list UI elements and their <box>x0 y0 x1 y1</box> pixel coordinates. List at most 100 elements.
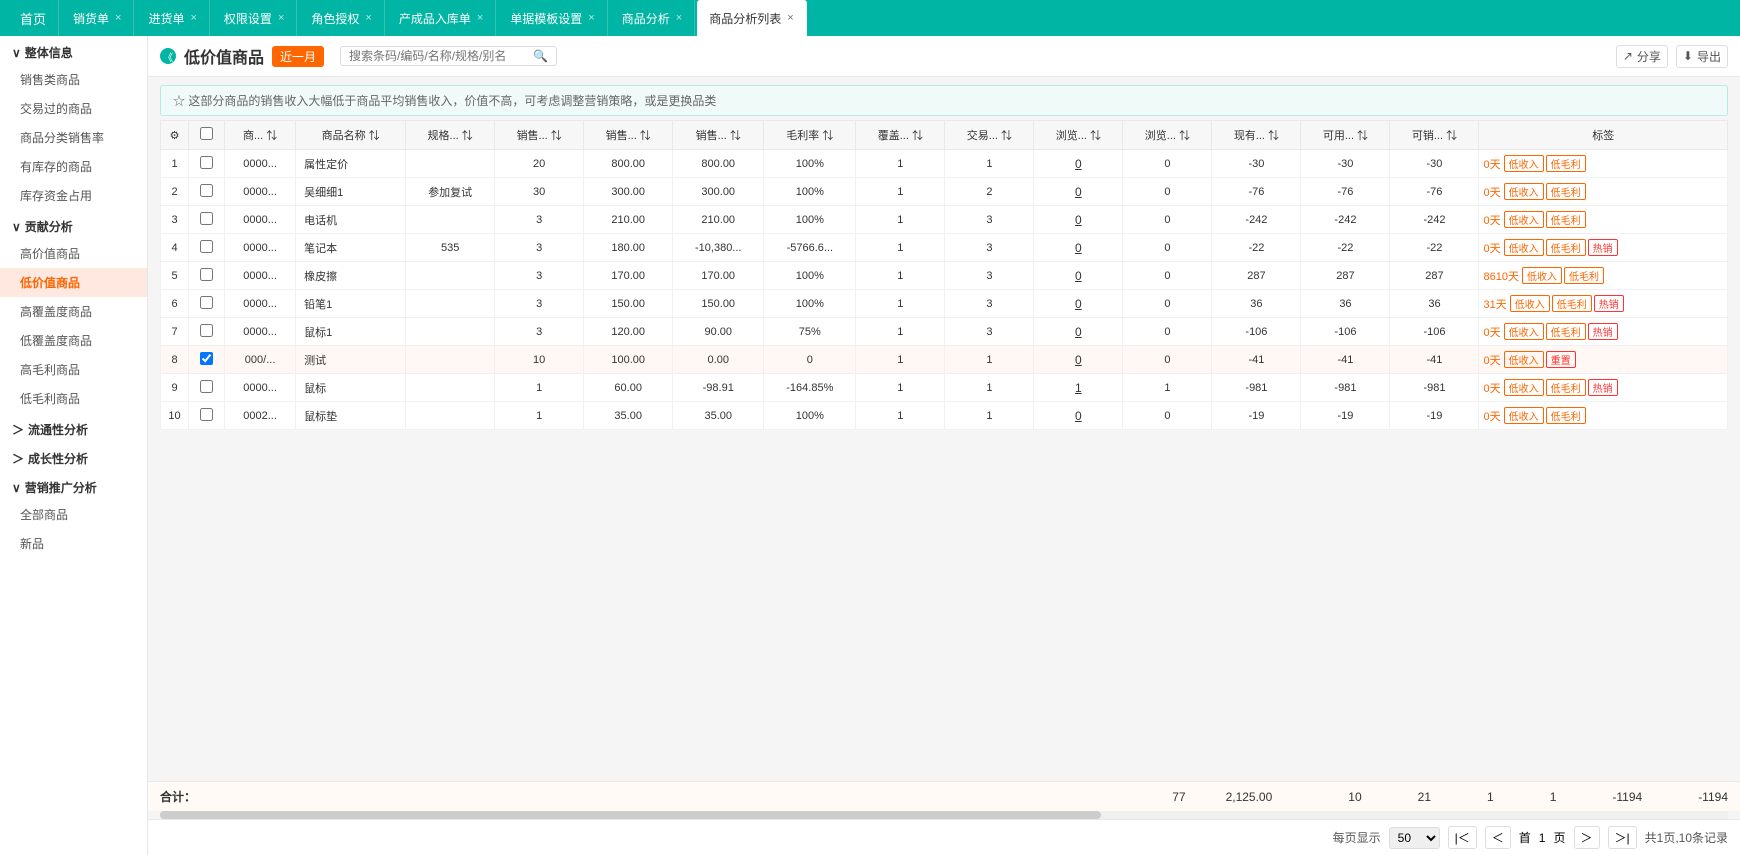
row-checkbox-cell[interactable] <box>189 346 225 374</box>
sidebar-group-growth[interactable]: ＞ 成长性分析 <box>0 442 147 471</box>
sidebar-group-overall[interactable]: ∨ 整体信息 <box>0 36 147 65</box>
col-sales2[interactable]: 销售... ⇅ <box>584 121 673 150</box>
nav-tab-product-analysis[interactable]: 商品分析 × <box>610 0 695 36</box>
settings-icon-col[interactable]: ⚙ <box>161 121 189 150</box>
col-name[interactable]: 商品名称 ⇅ <box>296 121 406 150</box>
row-browse1[interactable]: 0 <box>1034 234 1123 262</box>
col-browse1[interactable]: 浏览... ⇅ <box>1034 121 1123 150</box>
select-all-checkbox[interactable] <box>200 127 213 140</box>
row-browse1[interactable]: 1 <box>1034 374 1123 402</box>
sidebar-item-high-value[interactable]: 高价值商品 <box>0 239 147 268</box>
col-sales1[interactable]: 销售... ⇅ <box>495 121 584 150</box>
row-browse1[interactable]: 0 <box>1034 402 1123 430</box>
row-browse1[interactable]: 0 <box>1034 318 1123 346</box>
row-checkbox-cell[interactable] <box>189 290 225 318</box>
chevron-right-icon: ＞ <box>12 450 24 467</box>
close-icon[interactable]: × <box>115 12 121 24</box>
nav-tab-home[interactable]: 首页 <box>8 0 59 36</box>
row-browse1[interactable]: 0 <box>1034 178 1123 206</box>
row-checkbox[interactable] <box>200 156 213 169</box>
row-checkbox[interactable] <box>200 324 213 337</box>
sidebar-item-sales-products[interactable]: 销售类商品 <box>0 65 147 94</box>
sidebar-item-low-value[interactable]: 低价值商品 <box>0 268 147 297</box>
row-checkbox-cell[interactable] <box>189 206 225 234</box>
sidebar-group-contribution[interactable]: ∨ 贡献分析 <box>0 210 147 239</box>
row-browse1[interactable]: 0 <box>1034 206 1123 234</box>
sidebar-collapse-button[interactable]: 《 <box>160 48 176 64</box>
row-checkbox[interactable] <box>200 408 213 421</box>
row-checkbox[interactable] <box>200 184 213 197</box>
sidebar-item-new-products[interactable]: 新品 <box>0 529 147 558</box>
table-row: 3 0000... 电话机 3 210.00 210.00 100% 1 3 0… <box>161 206 1728 234</box>
col-transaction[interactable]: 交易... ⇅ <box>945 121 1034 150</box>
nav-tab-product-analysis-list[interactable]: 商品分析列表 × <box>697 0 806 36</box>
row-checkbox-cell[interactable] <box>189 374 225 402</box>
horizontal-scrollbar[interactable] <box>160 811 1728 819</box>
row-checkbox-cell[interactable] <box>189 178 225 206</box>
col-available-stock[interactable]: 可用... ⇅ <box>1301 121 1390 150</box>
row-browse1[interactable]: 0 <box>1034 290 1123 318</box>
sidebar-item-high-margin[interactable]: 高毛利商品 <box>0 355 147 384</box>
row-checkbox[interactable] <box>200 268 213 281</box>
row-browse1[interactable]: 0 <box>1034 346 1123 374</box>
row-coverage: 1 <box>856 178 945 206</box>
row-checkbox-cell[interactable] <box>189 234 225 262</box>
row-checkbox-cell[interactable] <box>189 150 225 178</box>
nav-tab-roles[interactable]: 角色授权 × <box>299 0 384 36</box>
days-badge: 0天 <box>1483 383 1500 395</box>
search-box[interactable]: 🔍 <box>340 46 557 66</box>
close-icon[interactable]: × <box>787 12 793 24</box>
row-checkbox[interactable] <box>200 240 213 253</box>
close-icon[interactable]: × <box>365 12 371 24</box>
per-page-select[interactable]: 50 100 200 <box>1389 827 1440 849</box>
row-browse1[interactable]: 0 <box>1034 262 1123 290</box>
row-checkbox-cell[interactable] <box>189 318 225 346</box>
close-icon[interactable]: × <box>676 12 682 24</box>
export-button[interactable]: ⬇ 导出 <box>1676 45 1728 68</box>
col-sellable-stock[interactable]: 可销... ⇅ <box>1390 121 1479 150</box>
col-spec[interactable]: 规格... ⇅ <box>406 121 495 150</box>
nav-tab-permissions[interactable]: 权限设置 × <box>212 0 297 36</box>
close-icon[interactable]: × <box>190 12 196 24</box>
sidebar-group-marketing[interactable]: ∨ 营销推广分析 <box>0 471 147 500</box>
row-checkbox-cell[interactable] <box>189 262 225 290</box>
nav-tab-template[interactable]: 单据模板设置 × <box>498 0 607 36</box>
nav-tab-production[interactable]: 产成品入库单 × <box>387 0 496 36</box>
sidebar-item-low-coverage[interactable]: 低覆盖度商品 <box>0 326 147 355</box>
sidebar-item-traded-products[interactable]: 交易过的商品 <box>0 94 147 123</box>
row-browse1[interactable]: 0 <box>1034 150 1123 178</box>
sidebar-item-all-products[interactable]: 全部商品 <box>0 500 147 529</box>
search-icon[interactable]: 🔍 <box>533 49 548 63</box>
col-current-stock[interactable]: 现有... ⇅ <box>1212 121 1301 150</box>
next-page-button[interactable]: ＞ <box>1574 826 1600 849</box>
row-checkbox-cell[interactable] <box>189 402 225 430</box>
col-coverage[interactable]: 覆盖... ⇅ <box>856 121 945 150</box>
row-checkbox[interactable] <box>200 212 213 225</box>
sidebar-item-low-margin[interactable]: 低毛利商品 <box>0 384 147 413</box>
sidebar-item-category-sales-rate[interactable]: 商品分类销售率 <box>0 123 147 152</box>
sidebar-item-inventory-capital[interactable]: 库存资金占用 <box>0 181 147 210</box>
sidebar-group-liquidity[interactable]: ＞ 流通性分析 <box>0 413 147 442</box>
last-page-button[interactable]: ＞| <box>1608 826 1637 849</box>
nav-tab-sales[interactable]: 销货单 × <box>61 0 134 36</box>
prev-page-button[interactable]: ＜ <box>1485 826 1511 849</box>
col-code[interactable]: 商... ⇅ <box>225 121 296 150</box>
date-filter-badge[interactable]: 近一月 <box>272 46 324 67</box>
product-table-wrapper[interactable]: ⚙ 商... ⇅ 商品名称 ⇅ 规格... ⇅ 销售... ⇅ 销售... ⇅ … <box>160 120 1728 781</box>
sidebar-item-high-coverage[interactable]: 高覆盖度商品 <box>0 297 147 326</box>
row-checkbox[interactable] <box>200 296 213 309</box>
col-browse2[interactable]: 浏览... ⇅ <box>1123 121 1212 150</box>
row-checkbox[interactable] <box>200 352 213 365</box>
col-margin[interactable]: 毛利率 ⇅ <box>764 121 856 150</box>
share-button[interactable]: ↗ 分享 <box>1616 45 1668 68</box>
close-icon[interactable]: × <box>278 12 284 24</box>
row-checkbox[interactable] <box>200 380 213 393</box>
first-page-button[interactable]: |＜ <box>1448 826 1477 849</box>
close-icon[interactable]: × <box>588 12 594 24</box>
nav-tab-purchase[interactable]: 进货单 × <box>136 0 209 36</box>
sidebar-item-inventory-products[interactable]: 有库存的商品 <box>0 152 147 181</box>
col-sales3[interactable]: 销售... ⇅ <box>673 121 764 150</box>
close-icon[interactable]: × <box>477 12 483 24</box>
row-spec: 535 <box>406 234 495 262</box>
search-input[interactable] <box>349 49 529 63</box>
